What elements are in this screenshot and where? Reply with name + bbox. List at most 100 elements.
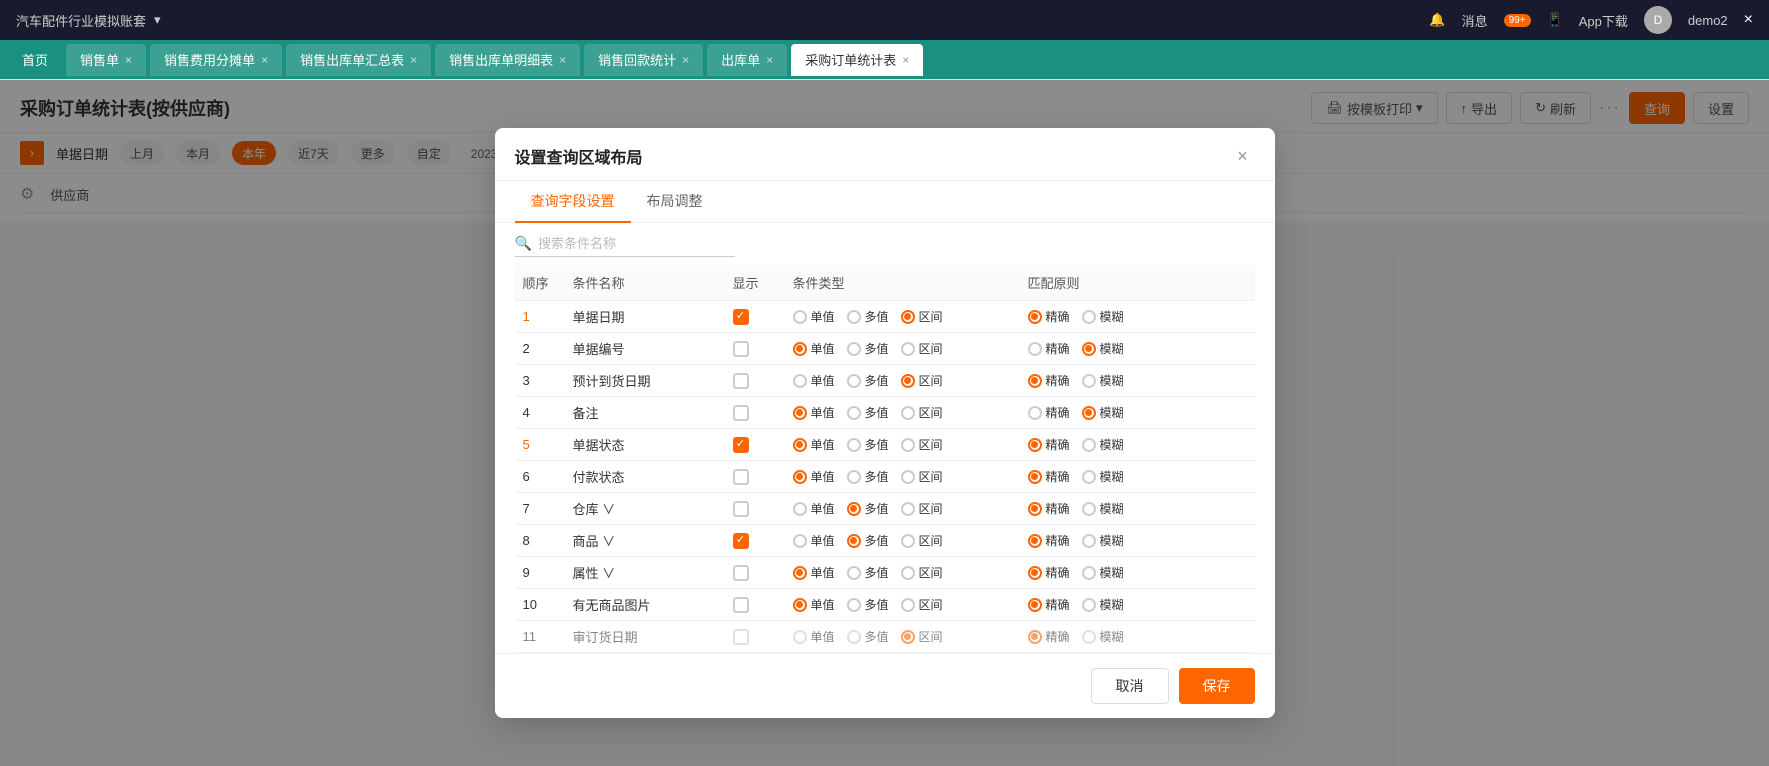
radio-multi-5[interactable] [847,438,861,452]
radio-single-2[interactable] [793,342,807,356]
tab-purchase-stats[interactable]: 采购订单统计表 × [791,44,923,76]
download-icon[interactable]: 📱 [1547,12,1563,28]
type-range-4[interactable]: 区间 [901,404,943,421]
tab-sales-out-summary[interactable]: 销售出库单汇总表 × [286,44,431,76]
type-single-7[interactable]: 单值 [793,500,835,517]
type-multi-7[interactable]: 多值 [847,500,889,517]
radio-multi-8[interactable] [847,534,861,548]
radio-single-6[interactable] [793,470,807,484]
radio-multi-1[interactable] [847,310,861,324]
radio-range-3[interactable] [901,374,915,388]
cell-display-3[interactable] [725,373,785,389]
radio-single-11[interactable] [793,630,807,644]
type-single-11[interactable]: 单值 [793,628,835,645]
type-range-1[interactable]: 区间 [901,308,943,325]
radio-single-9[interactable] [793,566,807,580]
notification-icon[interactable]: 🔔 [1429,12,1445,28]
type-range-2[interactable]: 区间 [901,340,943,357]
type-multi-1[interactable]: 多值 [847,308,889,325]
tab-sales-expense-close[interactable]: × [261,53,268,67]
type-multi-10[interactable]: 多值 [847,596,889,613]
radio-exact-4[interactable] [1028,406,1042,420]
tab-sales-collection[interactable]: 销售回款统计 × [584,44,703,76]
checkbox-6[interactable] [733,469,749,485]
tab-sales-collection-close[interactable]: × [682,53,689,67]
type-single-9[interactable]: 单值 [793,564,835,581]
save-button[interactable]: 保存 [1179,668,1255,704]
radio-multi-11[interactable] [847,630,861,644]
tab-sales-out-detail-close[interactable]: × [559,53,566,67]
radio-fuzzy-11[interactable] [1082,630,1096,644]
radio-fuzzy-8[interactable] [1082,534,1096,548]
radio-fuzzy-3[interactable] [1082,374,1096,388]
radio-exact-6[interactable] [1028,470,1042,484]
match-fuzzy-8[interactable]: 模糊 [1082,532,1124,549]
radio-multi-9[interactable] [847,566,861,580]
match-exact-8[interactable]: 精确 [1028,532,1070,549]
match-exact-5[interactable]: 精确 [1028,436,1070,453]
match-exact-3[interactable]: 精确 [1028,372,1070,389]
radio-multi-7[interactable] [847,502,861,516]
radio-single-4[interactable] [793,406,807,420]
radio-exact-10[interactable] [1028,598,1042,612]
type-single-3[interactable]: 单值 [793,372,835,389]
radio-single-10[interactable] [793,598,807,612]
type-multi-8[interactable]: 多值 [847,532,889,549]
cell-display-6[interactable] [725,469,785,485]
radio-fuzzy-7[interactable] [1082,502,1096,516]
radio-fuzzy-9[interactable] [1082,566,1096,580]
radio-multi-6[interactable] [847,470,861,484]
cell-display-2[interactable] [725,341,785,357]
user-avatar[interactable]: D [1644,6,1672,34]
cell-display-11[interactable] [725,629,785,645]
checkbox-3[interactable] [733,373,749,389]
dialog-tab-layout[interactable]: 布局调整 [631,181,719,223]
match-fuzzy-1[interactable]: 模糊 [1082,308,1124,325]
match-exact-10[interactable]: 精确 [1028,596,1070,613]
dropdown-icon[interactable]: ▾ [154,12,161,28]
type-single-8[interactable]: 单值 [793,532,835,549]
radio-exact-5[interactable] [1028,438,1042,452]
radio-range-9[interactable] [901,566,915,580]
radio-range-6[interactable] [901,470,915,484]
checkbox-1[interactable] [733,309,749,325]
search-input[interactable] [538,236,718,251]
type-range-5[interactable]: 区间 [901,436,943,453]
radio-range-8[interactable] [901,534,915,548]
radio-range-7[interactable] [901,502,915,516]
tab-home[interactable]: 首页 [8,44,62,76]
radio-single-1[interactable] [793,310,807,324]
tab-sales-out-detail[interactable]: 销售出库单明细表 × [435,44,580,76]
type-range-3[interactable]: 区间 [901,372,943,389]
type-multi-2[interactable]: 多值 [847,340,889,357]
type-range-9[interactable]: 区间 [901,564,943,581]
type-multi-6[interactable]: 多值 [847,468,889,485]
radio-range-2[interactable] [901,342,915,356]
radio-range-11[interactable] [901,630,915,644]
tab-sales-order[interactable]: 销售单 × [66,44,146,76]
user-label[interactable]: demo2 [1688,13,1728,28]
cancel-button[interactable]: 取消 [1091,668,1169,704]
checkbox-5[interactable] [733,437,749,453]
checkbox-2[interactable] [733,341,749,357]
cell-display-8[interactable] [725,533,785,549]
checkbox-10[interactable] [733,597,749,613]
type-range-11[interactable]: 区间 [901,628,943,645]
cell-display-9[interactable] [725,565,785,581]
radio-fuzzy-10[interactable] [1082,598,1096,612]
notification-label[interactable]: 消息 [1462,11,1488,30]
dialog-close-button[interactable]: × [1231,144,1255,168]
radio-single-3[interactable] [793,374,807,388]
radio-range-5[interactable] [901,438,915,452]
radio-exact-8[interactable] [1028,534,1042,548]
type-multi-11[interactable]: 多值 [847,628,889,645]
tab-sales-order-close[interactable]: × [125,53,132,67]
match-fuzzy-3[interactable]: 模糊 [1082,372,1124,389]
radio-fuzzy-2[interactable] [1082,342,1096,356]
cell-display-4[interactable] [725,405,785,421]
tab-sales-expense[interactable]: 销售费用分摊单 × [150,44,282,76]
close-top-button[interactable]: × [1744,11,1753,29]
radio-multi-4[interactable] [847,406,861,420]
type-multi-4[interactable]: 多值 [847,404,889,421]
radio-single-8[interactable] [793,534,807,548]
